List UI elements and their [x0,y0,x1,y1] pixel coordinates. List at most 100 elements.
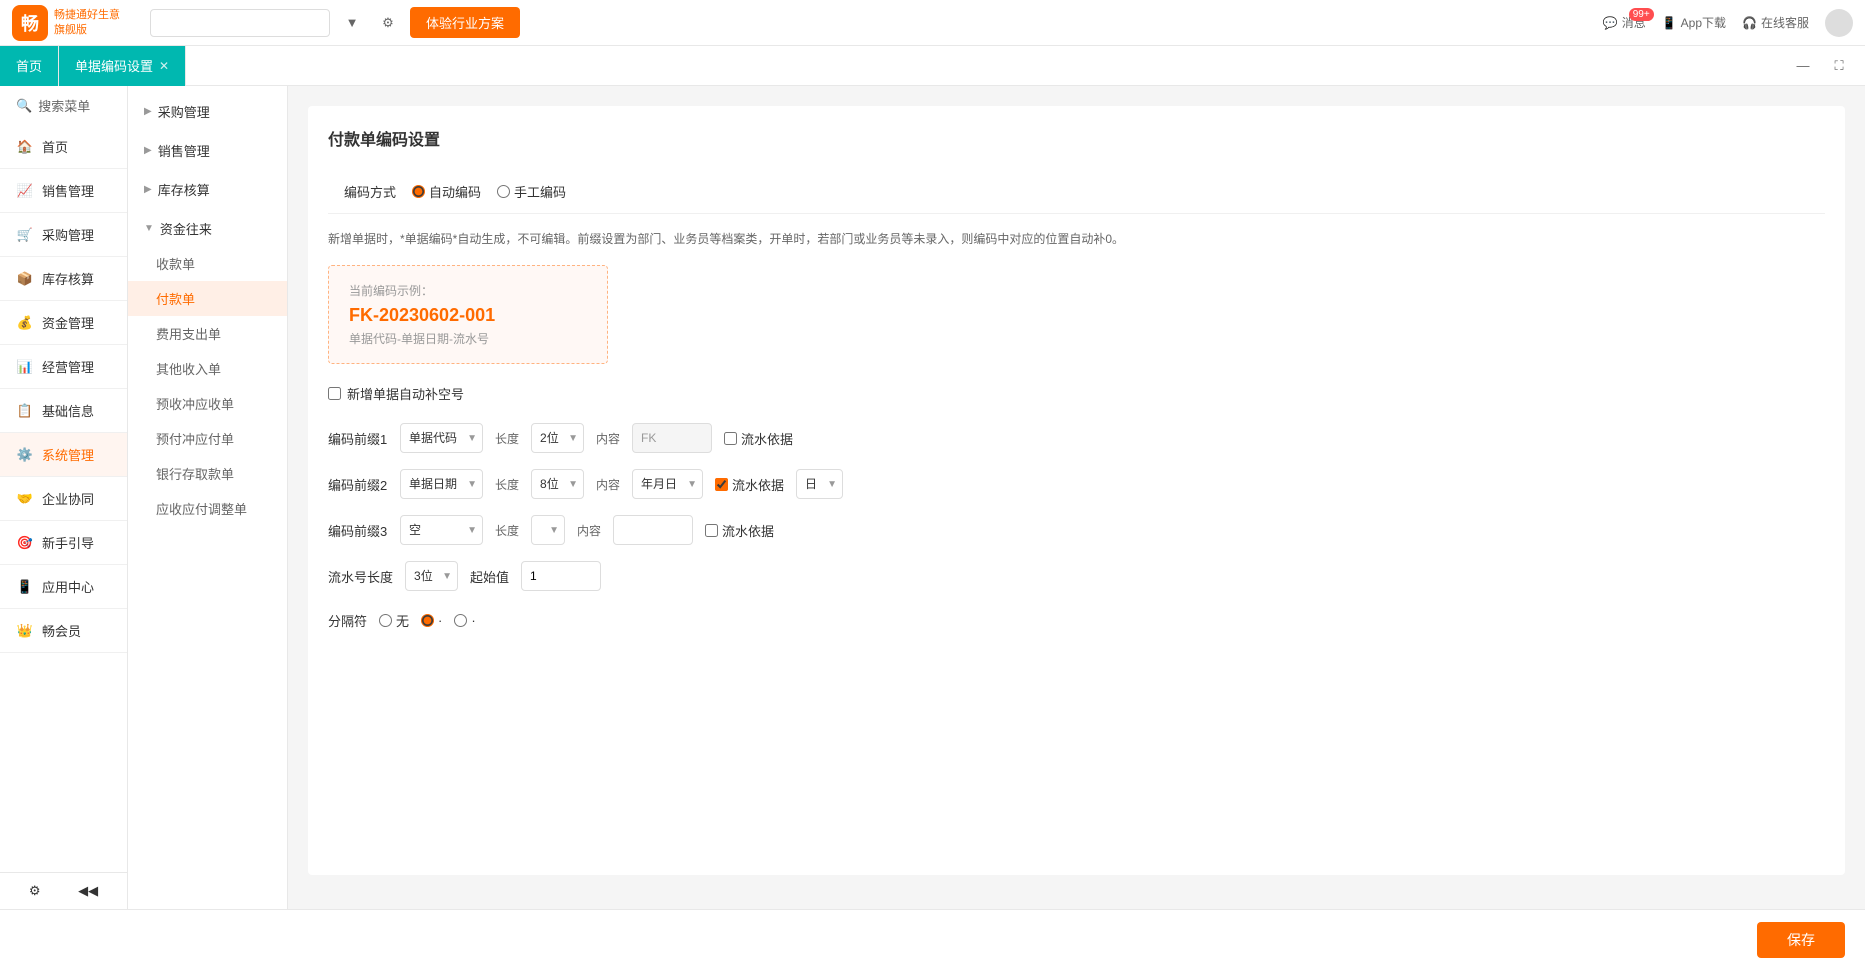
sep-none-option[interactable]: 无 [379,611,409,630]
coding-mode-radio-group: 自动编码 手工编码 [412,182,566,201]
search-icon: 🔍 [16,98,32,114]
sidebar-item-purchase[interactable]: 🛒 采购管理 [0,213,127,257]
sep-dot-radio[interactable] [421,614,434,627]
section-header-finance-flow[interactable]: ▼ 资金往来 [128,211,287,246]
sidebar-item-basic[interactable]: 📋 基础信息 [0,389,127,433]
sidebar-search[interactable]: 🔍 搜索菜单 [0,86,127,125]
code-preview-box: 当前编码示例： FK-20230602-001 单据代码-单据日期-流水号 [328,265,608,364]
auto-fill-row: 新增单据自动补空号 [328,384,1825,403]
section-sales: ▶ 销售管理 [128,133,287,168]
coding-mode-section: 编码方式 自动编码 手工编码 [328,170,1825,214]
sidebar-item-inventory[interactable]: 📦 库存核算 [0,257,127,301]
sidebar-settings-btn[interactable]: ⚙ [29,883,41,899]
sidebar2-item-other-income[interactable]: 其他收入单 [128,351,287,386]
tab-close-icon[interactable]: ✕ [159,59,169,73]
auto-coding-radio[interactable] [412,185,425,198]
sidebar-item-app[interactable]: 📱 应用中心 [0,565,127,609]
app-logo: 畅 畅捷通好生意 旗舰版 [12,5,140,41]
sidebar2-item-payment[interactable]: 付款单 [128,281,287,316]
settings-icon[interactable]: ⚙ [374,9,402,37]
sidebar2-item-expense[interactable]: 费用支出单 [128,316,287,351]
coding-mode-label: 编码方式 [344,182,396,201]
sidebar2-item-prepay-offset[interactable]: 预收冲应收单 [128,386,287,421]
user-avatar[interactable] [1825,9,1853,37]
section-finance-flow: ▼ 资金往来 收款单 付款单 费用支出单 其他收入单 预收冲应收单 预付冲应付单… [128,211,287,526]
sidebar-item-home[interactable]: 🏠 首页 [0,125,127,169]
enterprise-icon: 🤝 [16,490,34,508]
manual-coding-radio[interactable] [497,185,510,198]
start-value-input[interactable] [521,561,601,591]
dropdown-arrow[interactable]: ▼ [338,9,366,37]
left-sidebar: 🔍 搜索菜单 🏠 首页 📈 销售管理 🛒 采购管理 📦 库存核算 💰 资金管理 … [0,86,128,909]
sidebar-item-operation[interactable]: 📊 经营管理 [0,345,127,389]
serial3-checkbox-input[interactable] [705,524,718,537]
page-title: 付款单编码设置 [328,126,1825,150]
sidebar-item-enterprise[interactable]: 🤝 企业协同 [0,477,127,521]
auto-coding-option[interactable]: 自动编码 [412,182,481,201]
length2-select[interactable]: 8位 6位 [531,469,584,499]
length1-select[interactable]: 2位 4位 [531,423,584,453]
length2-select-wrapper: 8位 6位 ▼ [531,469,584,499]
auto-fill-checkbox[interactable] [328,387,341,400]
manual-coding-option[interactable]: 手工编码 [497,182,566,201]
system-icon: ⚙️ [16,446,34,464]
sidebar-collapse-btn[interactable]: ◀◀ [78,883,98,899]
content2-select-wrapper: 年月日 年月 年 ▼ [632,469,703,499]
member-icon: 👑 [16,622,34,640]
app-download-btn[interactable]: 📱 App下载 [1662,14,1726,31]
maximize-btn[interactable]: ⛶ [1825,52,1853,80]
separator-label: 分隔符 [328,611,367,630]
secondary-sidebar: ▶ 采购管理 ▶ 销售管理 ▶ 库存核算 ▼ 资金往来 收款单 付款单 费用支出… [128,86,288,909]
code-preview-desc: 单据代码-单据日期-流水号 [349,330,587,347]
message-btn[interactable]: 💬 消息 99+ [1603,14,1646,31]
serial-length-select[interactable]: 3位 4位 5位 [405,561,458,591]
content1-value: FK [632,423,712,453]
sidebar2-item-receipt[interactable]: 收款单 [128,246,287,281]
serial2-checkbox[interactable]: 流水依据 [715,475,784,494]
tab-document-code[interactable]: 单据编码设置 ✕ [59,46,186,86]
length3-select[interactable] [531,515,565,545]
section-inventory: ▶ 库存核算 [128,172,287,207]
prefix3-select[interactable]: 单据代码 单据日期 空 [400,515,483,545]
serial2-unit-select[interactable]: 日 月 年 [796,469,843,499]
section-header-sales[interactable]: ▶ 销售管理 [128,133,287,168]
serial1-checkbox-input[interactable] [724,432,737,445]
topbar-center: ▼ ⚙ 体验行业方案 [150,7,1593,38]
online-service-btn[interactable]: 🎧 在线客服 [1742,14,1809,31]
serial1-checkbox[interactable]: 流水依据 [724,429,793,448]
tabbar: 首页 单据编码设置 ✕ — ⛶ [0,46,1865,86]
code-preview-value: FK-20230602-001 [349,305,587,326]
sep-none-radio[interactable] [379,614,392,627]
app-download-icon: 📱 [1662,16,1677,30]
sidebar-item-finance[interactable]: 💰 资金管理 [0,301,127,345]
tab-home[interactable]: 首页 [0,46,59,86]
finance-icon: 💰 [16,314,34,332]
sidebar-item-sales[interactable]: 📈 销售管理 [0,169,127,213]
serial3-checkbox[interactable]: 流水依据 [705,521,774,540]
section-header-purchase[interactable]: ▶ 采购管理 [128,94,287,129]
content-area: 付款单编码设置 编码方式 自动编码 手工编码 新增单据时，*单据编码*自动生 [288,86,1865,909]
sep-dash-option[interactable]: · [454,613,475,628]
section-header-inventory[interactable]: ▶ 库存核算 [128,172,287,207]
content2-select[interactable]: 年月日 年月 年 [632,469,703,499]
tabbar-right: — ⛶ [1789,52,1865,80]
prefix2-row: 编码前缀2 单据代码 单据日期 空 ▼ 长度 8位 6位 ▼ [328,469,1825,499]
sidebar-item-system[interactable]: ⚙️ 系统管理 [0,433,127,477]
logo-text: 畅捷通好生意 旗舰版 [54,8,120,37]
prefix1-select[interactable]: 单据代码 单据日期 空 [400,423,483,453]
minimize-btn[interactable]: — [1789,52,1817,80]
arrow-right-icon3: ▶ [144,184,152,195]
sidebar2-item-ar-ap-adjust[interactable]: 应收应付调整单 [128,491,287,526]
search-input[interactable] [150,9,330,37]
save-button[interactable]: 保存 [1757,922,1845,958]
prefix2-select[interactable]: 单据代码 单据日期 空 [400,469,483,499]
sidebar-item-guide[interactable]: 🎯 新手引导 [0,521,127,565]
sidebar-item-member[interactable]: 👑 畅会员 [0,609,127,653]
sidebar2-item-advance-offset[interactable]: 预付冲应付单 [128,421,287,456]
experience-btn[interactable]: 体验行业方案 [410,7,520,38]
serial2-checkbox-input[interactable] [715,478,728,491]
sep-dash-radio[interactable] [454,614,467,627]
sidebar2-item-bank-deposit[interactable]: 银行存取款单 [128,456,287,491]
content-card: 付款单编码设置 编码方式 自动编码 手工编码 新增单据时，*单据编码*自动生 [308,106,1845,875]
sep-dot-option[interactable]: · [421,613,442,628]
